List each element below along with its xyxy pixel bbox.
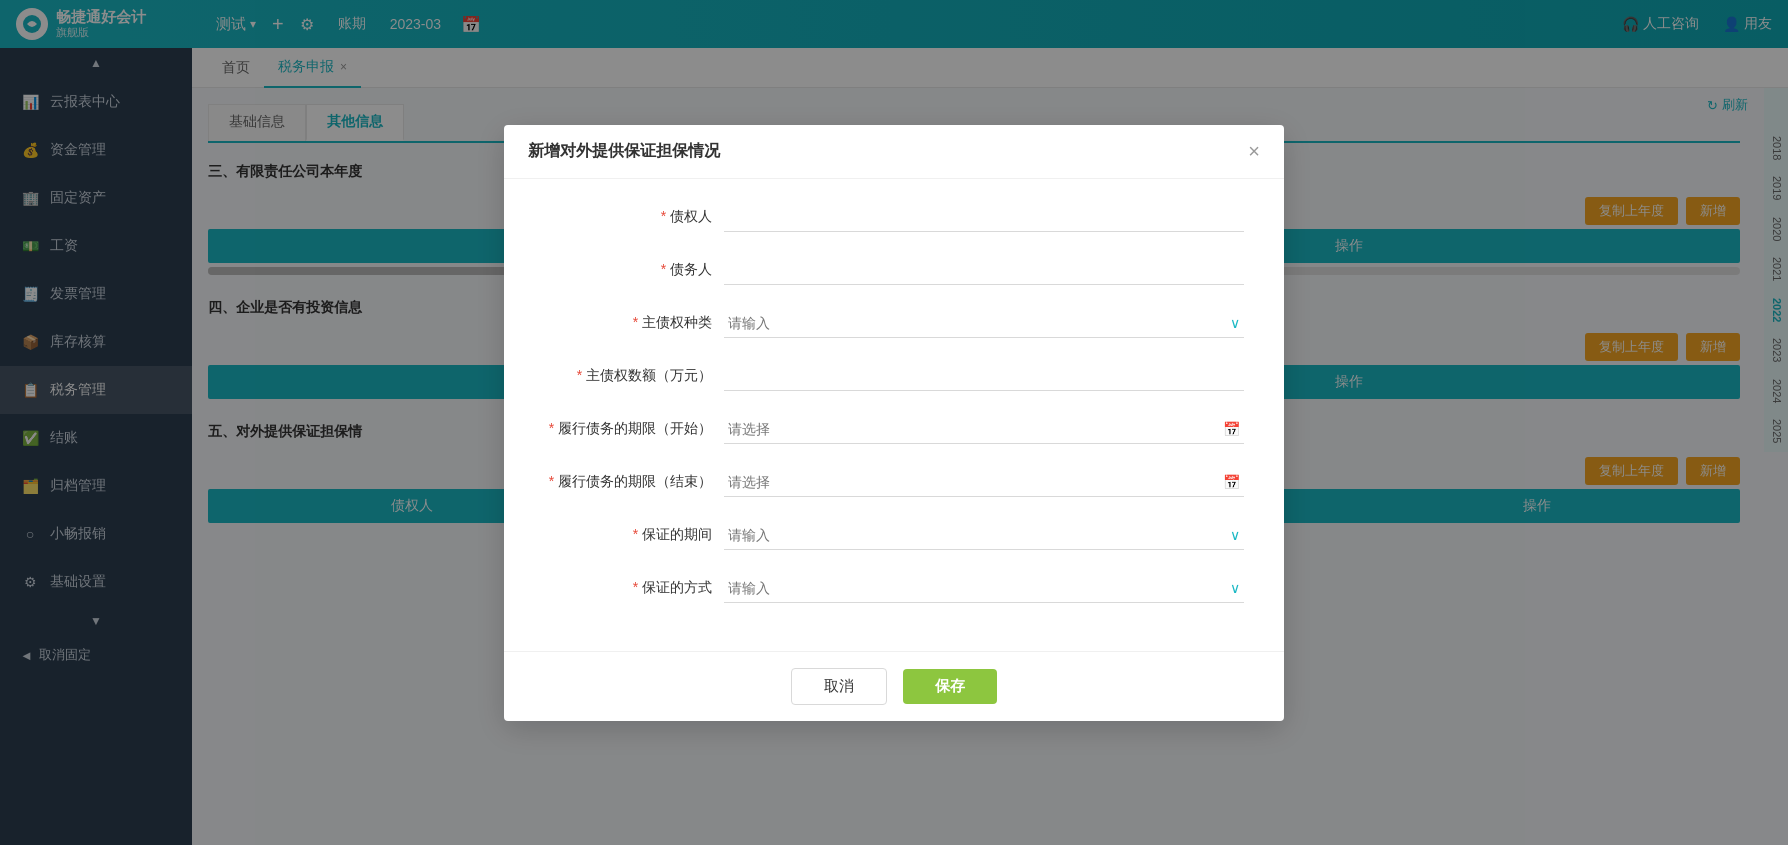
form-row-guarantee-method: * 保证的方式 ∨ [544,574,1244,603]
period-end-input[interactable] [724,468,1219,496]
guarantee-period-select-wrapper: ∨ [724,521,1244,550]
cancel-button[interactable]: 取消 [791,668,887,705]
period-end-date-wrapper: 📅 [724,468,1244,497]
debt-amount-input[interactable] [724,362,1244,391]
form-row-guarantee-period: * 保证的期间 ∨ [544,521,1244,550]
debt-type-label: * 主债权种类 [544,314,724,332]
save-button[interactable]: 保存 [903,669,997,704]
period-end-label: * 履行债务的期限（结束） [544,473,724,491]
creditor-input[interactable] [724,203,1244,232]
period-start-date-wrapper: 📅 [724,415,1244,444]
form-row-debt-amount: * 主债权数额（万元） [544,362,1244,391]
guarantee-period-input[interactable] [724,521,1226,549]
debt-type-select-wrapper: ∨ [724,309,1244,338]
debt-type-input[interactable] [724,309,1226,337]
guarantee-method-select-wrapper: ∨ [724,574,1244,603]
creditor-label: * 债权人 [544,208,724,226]
form-row-period-end: * 履行债务的期限（结束） 📅 [544,468,1244,497]
dialog-header: 新增对外提供保证担保情况 × [504,125,1284,179]
guarantee-method-input[interactable] [724,574,1226,602]
dialog: 新增对外提供保证担保情况 × * 债权人 * 债务人 [504,125,1284,721]
guarantee-period-chevron-icon[interactable]: ∨ [1226,527,1244,543]
debt-amount-label: * 主债权数额（万元） [544,367,724,385]
guarantee-method-chevron-icon[interactable]: ∨ [1226,580,1244,596]
period-start-label: * 履行债务的期限（开始） [544,420,724,438]
period-start-calendar-icon[interactable]: 📅 [1219,421,1244,437]
form-row-creditor: * 债权人 [544,203,1244,232]
period-start-input[interactable] [724,415,1219,443]
period-end-calendar-icon[interactable]: 📅 [1219,474,1244,490]
dialog-overlay: 新增对外提供保证担保情况 × * 债权人 * 债务人 [0,0,1788,845]
form-row-period-start: * 履行债务的期限（开始） 📅 [544,415,1244,444]
debtor-input[interactable] [724,256,1244,285]
debtor-label: * 债务人 [544,261,724,279]
debt-type-chevron-icon[interactable]: ∨ [1226,315,1244,331]
form-row-debtor: * 债务人 [544,256,1244,285]
form-row-debt-type: * 主债权种类 ∨ [544,309,1244,338]
dialog-body: * 债权人 * 债务人 * 主债权种类 [504,179,1284,651]
guarantee-period-label: * 保证的期间 [544,526,724,544]
dialog-close-button[interactable]: × [1248,141,1260,161]
dialog-title: 新增对外提供保证担保情况 [528,141,720,162]
guarantee-method-label: * 保证的方式 [544,579,724,597]
dialog-footer: 取消 保存 [504,651,1284,721]
